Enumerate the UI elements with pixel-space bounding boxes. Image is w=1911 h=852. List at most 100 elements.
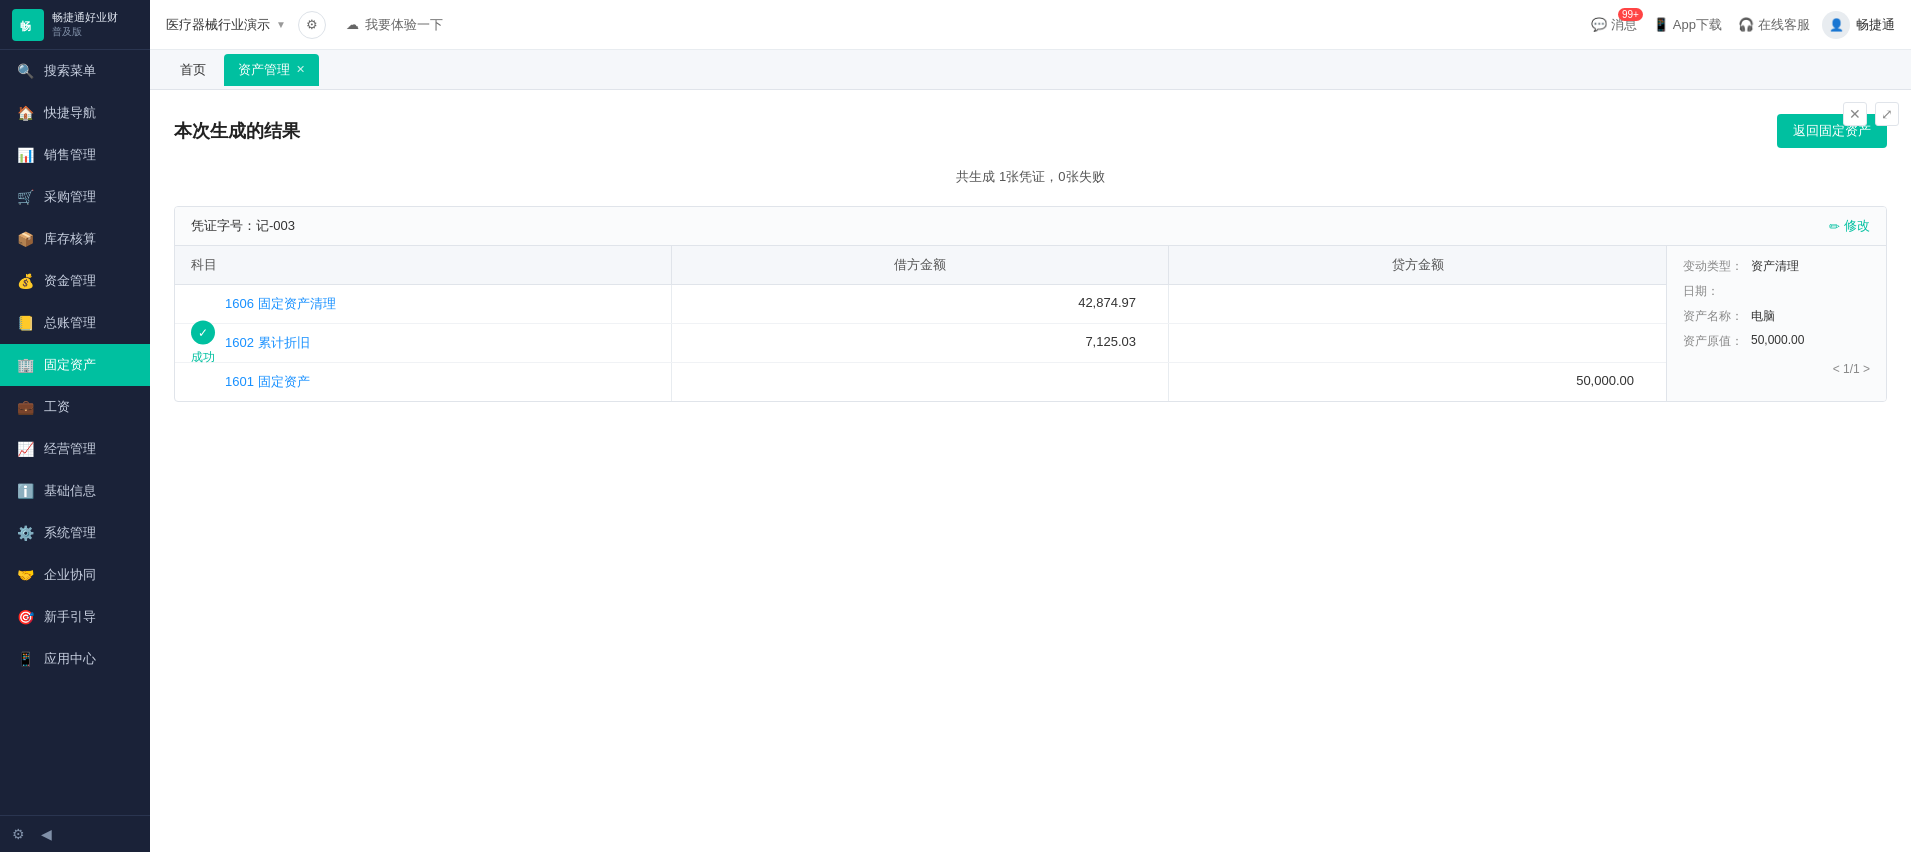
home-icon: 🏠 <box>16 104 34 122</box>
search-icon: 🔍 <box>16 62 34 80</box>
logo-text: 畅捷通好业财 <box>52 10 118 24</box>
logo-icon: 畅 <box>12 9 44 41</box>
change-type-value: 资产清理 <box>1751 258 1799 275</box>
col-subject: 科目 <box>175 246 672 284</box>
result-summary: 共生成 1张凭证，0张失败 <box>174 168 1887 186</box>
content-area: ✕ ⤢ 本次生成的结果 返回固定资产 共生成 1张凭证，0张失败 凭证字号：记-… <box>150 90 1911 852</box>
sidebar: 畅 畅捷通好业财 普及版 🔍 搜索菜单 🏠 快捷导航 📊 销售管理 🛒 采购管理… <box>0 0 150 852</box>
app-logo: 畅 畅捷通好业财 普及版 <box>0 0 150 50</box>
app-download-button[interactable]: 📱 App下载 <box>1653 16 1722 34</box>
sidebar-item-purchase[interactable]: 🛒 采购管理 <box>0 176 150 218</box>
table-row: 1606 固定资产清理 42,874.97 <box>175 285 1666 324</box>
sidebar-item-apps[interactable]: 📱 应用中心 <box>0 638 150 680</box>
message-icon: 💬 <box>1591 17 1607 32</box>
close-panel-button[interactable]: ✕ <box>1843 102 1867 126</box>
table-row: 1601 固定资产 50,000.00 <box>175 363 1666 401</box>
tab-home[interactable]: 首页 <box>166 54 220 86</box>
sidebar-item-guide[interactable]: 🎯 新手引导 <box>0 596 150 638</box>
sidebar-item-quicknav[interactable]: 🏠 快捷导航 <box>0 92 150 134</box>
settings-icon: ⚙ <box>306 17 318 32</box>
table-body: ✓ 成功 1606 固定资产清理 42,874.97 1602 累计折旧 7,1… <box>175 285 1666 401</box>
company-name: 医疗器械行业演示 <box>166 16 270 34</box>
table-row: 1602 累计折旧 7,125.03 <box>175 324 1666 363</box>
tab-close-icon[interactable]: ✕ <box>296 63 305 76</box>
sidebar-item-system[interactable]: ⚙️ 系统管理 <box>0 512 150 554</box>
topbar-settings-button[interactable]: ⚙ <box>298 11 326 39</box>
purchase-icon: 🛒 <box>16 188 34 206</box>
date-label: 日期： <box>1683 283 1738 300</box>
topbar: 医疗器械行业演示 ▼ ⚙ ☁ 我要体验一下 💬 消息 99+ 📱 App下载 🎧… <box>150 0 1911 50</box>
voucher-side: 变动类型： 资产清理 日期： 资产名称： 电脑 资产原值： <box>1666 246 1886 401</box>
row2-credit <box>1169 324 1666 362</box>
row3-debit <box>672 363 1169 401</box>
close-icon: ✕ <box>1849 106 1861 122</box>
inventory-icon: 📦 <box>16 230 34 248</box>
table-header: 科目 借方金额 贷方金额 <box>175 246 1666 285</box>
apps-icon: 📱 <box>16 650 34 668</box>
asset-name-label: 资产名称： <box>1683 308 1743 325</box>
tab-asset-management[interactable]: 资产管理 ✕ <box>224 54 319 86</box>
guide-icon: 🎯 <box>16 608 34 626</box>
success-icon: ✓ <box>191 321 215 345</box>
settings-footer-icon[interactable]: ⚙ <box>12 826 25 842</box>
svg-text:畅: 畅 <box>20 20 31 32</box>
sidebar-item-basic[interactable]: ℹ️ 基础信息 <box>0 470 150 512</box>
voucher-number: 凭证字号：记-003 <box>191 217 295 235</box>
panel-controls: ✕ ⤢ <box>1843 102 1899 126</box>
side-asset-name: 资产名称： 电脑 <box>1683 308 1870 325</box>
experience-button[interactable]: ☁ 我要体验一下 <box>346 16 443 34</box>
messages-button[interactable]: 💬 消息 99+ <box>1591 16 1637 34</box>
expand-panel-button[interactable]: ⤢ <box>1875 102 1899 126</box>
row3-credit: 50,000.00 <box>1169 363 1666 401</box>
col-debit: 借方金额 <box>672 246 1169 284</box>
main-area: 医疗器械行业演示 ▼ ⚙ ☁ 我要体验一下 💬 消息 99+ 📱 App下载 🎧… <box>150 0 1911 852</box>
result-panel: ✕ ⤢ 本次生成的结果 返回固定资产 共生成 1张凭证，0张失败 凭证字号：记-… <box>150 90 1911 852</box>
asset-name-value: 电脑 <box>1751 308 1775 325</box>
logo-sub: 普及版 <box>52 25 118 39</box>
page-title: 本次生成的结果 <box>174 119 300 143</box>
message-badge: 99+ <box>1618 8 1643 21</box>
sidebar-item-ledger[interactable]: 📒 总账管理 <box>0 302 150 344</box>
voucher-header: 凭证字号：记-003 ✏ 修改 <box>175 207 1886 246</box>
cooperation-icon: 🤝 <box>16 566 34 584</box>
username: 畅捷通 <box>1856 16 1895 34</box>
sidebar-item-payroll[interactable]: 💼 工资 <box>0 386 150 428</box>
sidebar-item-fixed-assets[interactable]: 🏢 固定资产 <box>0 344 150 386</box>
cloud-icon: ☁ <box>346 17 359 32</box>
voucher-main: 科目 借方金额 贷方金额 ✓ 成功 1606 固定资产清理 <box>175 246 1666 401</box>
system-icon: ⚙️ <box>16 524 34 542</box>
topbar-actions: 💬 消息 99+ 📱 App下载 🎧 在线客服 <box>1591 16 1810 34</box>
sidebar-item-finance[interactable]: 💰 资金管理 <box>0 260 150 302</box>
success-badge: ✓ 成功 <box>191 321 215 366</box>
voucher-content: 科目 借方金额 贷方金额 ✓ 成功 1606 固定资产清理 <box>175 246 1886 401</box>
sidebar-item-cooperation[interactable]: 🤝 企业协同 <box>0 554 150 596</box>
finance-icon: 💰 <box>16 272 34 290</box>
avatar: 👤 <box>1822 11 1850 39</box>
row1-credit <box>1169 285 1666 323</box>
original-value-value: 50,000.00 <box>1751 333 1804 347</box>
sales-icon: 📊 <box>16 146 34 164</box>
company-dropdown-icon: ▼ <box>276 19 286 30</box>
support-icon: 🎧 <box>1738 17 1754 32</box>
sidebar-item-inventory[interactable]: 📦 库存核算 <box>0 218 150 260</box>
user-menu[interactable]: 👤 畅捷通 <box>1822 11 1895 39</box>
payroll-icon: 💼 <box>16 398 34 416</box>
sidebar-item-operations[interactable]: 📈 经营管理 <box>0 428 150 470</box>
row2-debit: 7,125.03 <box>672 324 1169 362</box>
voucher-block: 凭证字号：记-003 ✏ 修改 科目 借方金额 贷方金额 <box>174 206 1887 402</box>
company-selector[interactable]: 医疗器械行业演示 ▼ <box>166 16 286 34</box>
side-change-type: 变动类型： 资产清理 <box>1683 258 1870 275</box>
side-original-value: 资产原值： 50,000.00 <box>1683 333 1870 350</box>
online-support-button[interactable]: 🎧 在线客服 <box>1738 16 1810 34</box>
basic-icon: ℹ️ <box>16 482 34 500</box>
row3-subject: 1601 固定资产 <box>175 363 672 401</box>
result-header: 本次生成的结果 返回固定资产 <box>174 114 1887 148</box>
collapse-icon[interactable]: ◀ <box>41 826 52 842</box>
pagination[interactable]: < 1/1 > <box>1683 362 1870 376</box>
sidebar-item-sales[interactable]: 📊 销售管理 <box>0 134 150 176</box>
tabbar: 首页 资产管理 ✕ <box>150 50 1911 90</box>
edit-button[interactable]: ✏ 修改 <box>1829 217 1870 235</box>
row1-debit: 42,874.97 <box>672 285 1169 323</box>
sidebar-item-search[interactable]: 🔍 搜索菜单 <box>0 50 150 92</box>
user-icon: 👤 <box>1829 18 1844 32</box>
